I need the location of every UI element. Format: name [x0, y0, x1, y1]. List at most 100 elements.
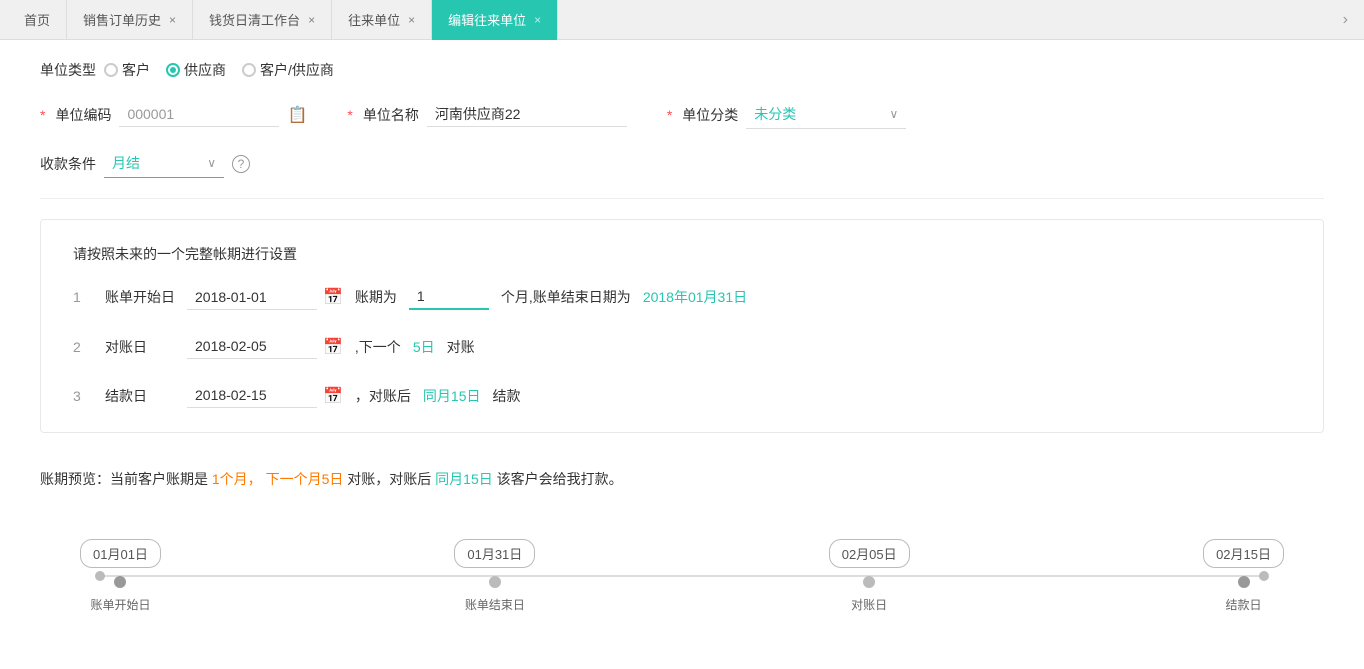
unit-name-input[interactable]: [427, 102, 627, 127]
radio-supplier[interactable]: 供应商: [166, 60, 226, 80]
tab-edit-partner-close[interactable]: ×: [534, 13, 541, 27]
timeline-item-0: 01月01日 账单开始日: [80, 539, 161, 613]
timeline-items: 01月01日 账单开始日 01月31日 账单结束日 02月05日 对账日 02月…: [80, 539, 1284, 613]
row-3-suffix: 结款: [493, 386, 521, 406]
timeline-wrapper: 01月01日 账单开始日 01月31日 账单结束日 02月05日 对账日 02月…: [40, 519, 1324, 633]
unit-type-row: 单位类型 客户 供应商 客户/供应商: [40, 60, 1324, 80]
tab-sales-history-label: 销售订单历史: [83, 10, 161, 29]
tab-sales-history-close[interactable]: ×: [169, 13, 176, 27]
unit-code-group: * 单位编码 📋: [40, 102, 307, 127]
payment-chevron: ∨: [207, 156, 216, 170]
row-1-label: 账单开始日: [105, 287, 175, 307]
row-3-date-input[interactable]: [187, 383, 317, 408]
radio-customer-label: 客户: [122, 60, 150, 80]
timeline-date-0: 01月01日: [80, 539, 161, 568]
unit-name-star: *: [347, 107, 352, 123]
preview-part1: 1个月，: [212, 471, 262, 487]
timeline-left-dot: [95, 571, 105, 581]
payment-group: 收款条件 月结 ∨ ?: [40, 149, 250, 178]
timeline-item-2: 02月05日 对账日: [829, 539, 910, 613]
timeline-dot-1: [489, 576, 501, 588]
timeline-date-3: 02月15日: [1203, 539, 1284, 568]
tab-more-button[interactable]: ›: [1335, 11, 1356, 29]
row-2-num: 2: [73, 339, 93, 355]
timeline-right-dot: [1259, 571, 1269, 581]
unit-category-value: 未分类: [754, 104, 885, 124]
unit-category-star: *: [667, 107, 672, 123]
row-3-prefix: ，对账后: [355, 386, 411, 406]
row-3-calendar-icon[interactable]: 📅: [323, 386, 343, 406]
unit-category-label: 单位分类: [682, 105, 738, 125]
timeline-item-3: 02月15日 结款日: [1203, 539, 1284, 613]
separator: [40, 198, 1324, 199]
row-1-period-suffix: 个月,账单结束日期为: [501, 287, 631, 307]
timeline-date-2: 02月05日: [829, 539, 910, 568]
timeline-dot-0: [114, 576, 126, 588]
settings-title: 请按照未来的一个完整帐期进行设置: [73, 244, 1291, 264]
payment-value: 月结: [112, 153, 203, 173]
preview-section: 账期预览：当前客户账期是 1个月， 下一个月5日 对账，对账后 同月15日 该客…: [40, 453, 1324, 649]
radio-both-circle: [242, 63, 256, 77]
timeline-label-2: 对账日: [851, 596, 887, 613]
radio-customer[interactable]: 客户: [104, 60, 150, 80]
tab-edit-partner-label: 编辑往来单位: [448, 10, 526, 29]
unit-info-row: * 单位编码 📋 * 单位名称 * 单位分类 未分类 ∨: [40, 100, 1324, 129]
settings-row-3: 3 结款日 📅 ，对账后 同月15日 结款: [73, 383, 1291, 408]
row-1-num: 1: [73, 289, 93, 305]
timeline-item-1: 01月31日 账单结束日: [454, 539, 535, 613]
tab-edit-partner[interactable]: 编辑往来单位 ×: [432, 0, 558, 40]
timeline-label-1: 账单结束日: [465, 596, 525, 613]
main-content: 单位类型 客户 供应商 客户/供应商 * 单位编码: [0, 40, 1364, 669]
unit-name-group: * 单位名称: [347, 102, 626, 127]
row-1-period-input[interactable]: [409, 284, 489, 310]
row-2-suffix: 对账: [447, 337, 475, 357]
row-2-calendar-icon[interactable]: 📅: [323, 337, 343, 357]
preview-part5: 该客户会给我打款。: [497, 471, 623, 487]
row-2-prefix: ,下一个: [355, 337, 401, 357]
unit-category-chevron: ∨: [889, 107, 898, 121]
tab-cash-work-close[interactable]: ×: [308, 13, 315, 27]
preview-text: 账期预览：当前客户账期是 1个月， 下一个月5日 对账，对账后 同月15日 该客…: [40, 469, 1324, 489]
tab-bar: 首页 销售订单历史 × 钱货日清工作台 × 往来单位 × 编辑往来单位 × ›: [0, 0, 1364, 40]
row-2-date-input[interactable]: [187, 334, 317, 359]
tab-partner[interactable]: 往来单位 ×: [332, 0, 432, 40]
row-2-day: 5日: [413, 337, 435, 357]
tab-sales-history[interactable]: 销售订单历史 ×: [67, 0, 193, 40]
timeline-label-0: 账单开始日: [90, 596, 150, 613]
unit-name-label: 单位名称: [363, 105, 419, 125]
unit-code-icon[interactable]: 📋: [287, 105, 307, 125]
tab-home-label: 首页: [24, 10, 50, 29]
preview-part2: 下一个月5日: [266, 471, 344, 487]
radio-group: 客户 供应商 客户/供应商: [104, 60, 334, 80]
row-3-num: 3: [73, 388, 93, 404]
row-1-date-input[interactable]: [187, 285, 317, 310]
row-1-calendar-icon[interactable]: 📅: [323, 287, 343, 307]
row-1-end-date: 2018年01月31日: [643, 287, 747, 307]
unit-category-select[interactable]: 未分类 ∨: [746, 100, 906, 129]
unit-code-input[interactable]: [119, 102, 279, 127]
tab-partner-close[interactable]: ×: [408, 13, 415, 27]
row-2-date-wrapper: 📅: [187, 334, 343, 359]
preview-part4: 同月15日: [435, 471, 493, 487]
help-icon[interactable]: ?: [232, 155, 250, 173]
settings-box: 请按照未来的一个完整帐期进行设置 1 账单开始日 📅 账期为 个月,账单结束日期…: [40, 219, 1324, 433]
timeline-dot-2: [863, 576, 875, 588]
row-1-period-prefix: 账期为: [355, 287, 397, 307]
preview-part3: 对账，对账后: [347, 471, 431, 487]
timeline-dot-3: [1238, 576, 1250, 588]
settings-row-1: 1 账单开始日 📅 账期为 个月,账单结束日期为 2018年01月31日: [73, 284, 1291, 310]
tab-home[interactable]: 首页: [8, 0, 67, 40]
preview-label: 账期预览：当前客户账期是: [40, 471, 208, 487]
payment-select[interactable]: 月结 ∨: [104, 149, 224, 178]
tab-partner-label: 往来单位: [348, 10, 400, 29]
tab-cash-work[interactable]: 钱货日清工作台 ×: [193, 0, 332, 40]
unit-code-label: 单位编码: [55, 105, 111, 125]
row-3-label: 结款日: [105, 386, 175, 406]
radio-customer-circle: [104, 63, 118, 77]
timeline-label-3: 结款日: [1226, 596, 1262, 613]
row-2-label: 对账日: [105, 337, 175, 357]
timeline-date-1: 01月31日: [454, 539, 535, 568]
radio-both[interactable]: 客户/供应商: [242, 60, 334, 80]
unit-category-group: * 单位分类 未分类 ∨: [667, 100, 906, 129]
row-1-date-wrapper: 📅: [187, 285, 343, 310]
